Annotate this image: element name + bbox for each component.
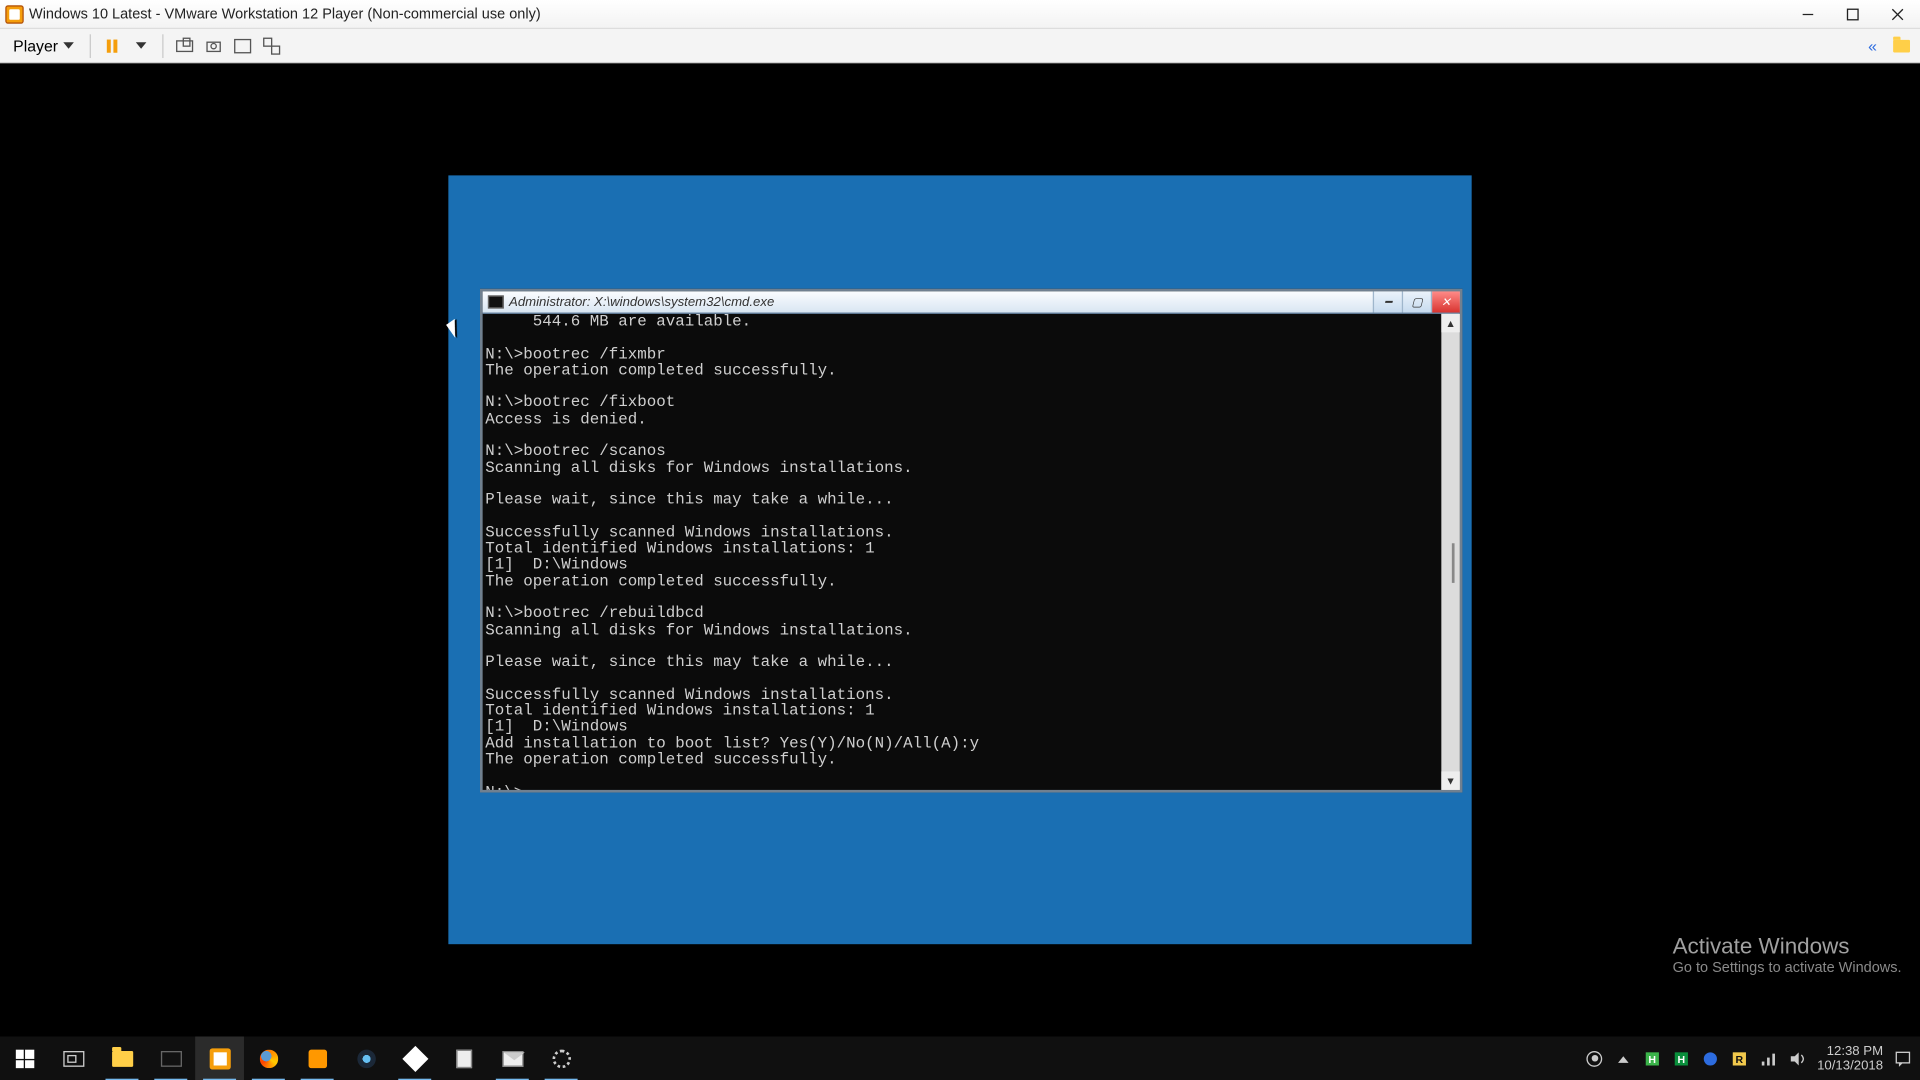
snapshot-button[interactable] <box>203 35 224 56</box>
taskbar-settings[interactable] <box>537 1036 586 1080</box>
manage-button[interactable] <box>1891 35 1912 56</box>
tray-overflow-button[interactable] <box>1614 1050 1632 1068</box>
tray-dropbox-icon[interactable] <box>1701 1050 1719 1068</box>
host-minimize-button[interactable] <box>1786 0 1831 28</box>
vmware-titlebar: Windows 10 Latest - VMware Workstation 1… <box>0 0 1920 29</box>
clock-date: 10/13/2018 <box>1817 1059 1883 1074</box>
taskbar-notepad[interactable] <box>439 1036 488 1080</box>
scroll-thumb[interactable] <box>1452 543 1455 583</box>
cmd-maximize-button[interactable]: ▢ <box>1402 291 1431 312</box>
tray-app-green1-icon[interactable]: H <box>1643 1050 1661 1068</box>
player-menu-button[interactable]: Player <box>8 34 79 58</box>
dropdown-indicator-icon <box>63 42 74 49</box>
taskbar-steam[interactable] <box>342 1036 391 1080</box>
taskbar-mail[interactable] <box>488 1036 537 1080</box>
power-menu-button[interactable] <box>131 35 152 56</box>
cmd-icon <box>488 295 504 308</box>
taskbar-firefox[interactable] <box>244 1036 293 1080</box>
system-tray: H H R 12:38 PM 10/13/2018 <box>1585 1036 1920 1080</box>
people-icon[interactable] <box>1585 1050 1603 1068</box>
tray-app-green2-icon[interactable]: H <box>1672 1050 1690 1068</box>
task-view-button[interactable] <box>49 1036 98 1080</box>
vmware-toolbar: Player « <box>0 29 1920 63</box>
cmd-scrollbar[interactable]: ▲ ▼ <box>1441 314 1459 790</box>
taskbar-clock[interactable]: 12:38 PM 10/13/2018 <box>1817 1044 1883 1073</box>
cmd-title-text: Administrator: X:\windows\system32\cmd.e… <box>509 295 774 310</box>
watermark-title: Activate Windows <box>1673 934 1902 960</box>
windows-taskbar: H H R 12:38 PM 10/13/2018 <box>0 1036 1920 1080</box>
taskbar-vmware-player[interactable] <box>195 1036 244 1080</box>
send-ctrl-alt-del-button[interactable] <box>174 35 195 56</box>
vmware-title-text: Windows 10 Latest - VMware Workstation 1… <box>29 6 541 22</box>
host-close-button[interactable] <box>1875 0 1920 28</box>
cmd-titlebar[interactable]: Administrator: X:\windows\system32\cmd.e… <box>483 291 1460 313</box>
taskbar-gitkraken[interactable] <box>390 1036 439 1080</box>
start-button[interactable] <box>0 1036 49 1080</box>
cmd-close-button[interactable]: ✕ <box>1431 291 1460 312</box>
mouse-cursor-icon <box>450 320 463 341</box>
volume-icon[interactable] <box>1788 1050 1806 1068</box>
taskbar-sublime[interactable] <box>293 1036 342 1080</box>
action-center-button[interactable] <box>1894 1050 1912 1068</box>
taskbar-terminal[interactable] <box>146 1036 195 1080</box>
cmd-window: Administrator: X:\windows\system32\cmd.e… <box>480 289 1462 793</box>
cmd-output[interactable]: 544.6 MB are available. N:\>bootrec /fix… <box>483 314 1442 790</box>
clock-time: 12:38 PM <box>1817 1044 1883 1059</box>
fullscreen-button[interactable] <box>232 35 253 56</box>
watermark-subtitle: Go to Settings to activate Windows. <box>1673 960 1902 976</box>
scroll-up-button[interactable]: ▲ <box>1441 314 1459 332</box>
vm-display-area[interactable]: Administrator: X:\windows\system32\cmd.e… <box>0 63 1920 1036</box>
tray-razer-icon[interactable]: R <box>1730 1050 1748 1068</box>
collapse-toolbar-button[interactable]: « <box>1862 35 1883 56</box>
vmware-app-icon <box>5 5 23 23</box>
cmd-minimize-button[interactable]: ━ <box>1373 291 1402 312</box>
network-icon[interactable] <box>1759 1050 1777 1068</box>
host-maximize-button[interactable] <box>1830 0 1875 28</box>
scroll-down-button[interactable]: ▼ <box>1441 771 1459 789</box>
taskbar-file-explorer[interactable] <box>98 1036 147 1080</box>
player-menu-label: Player <box>13 36 58 54</box>
unity-button[interactable] <box>261 35 282 56</box>
activate-windows-watermark: Activate Windows Go to Settings to activ… <box>1673 934 1902 976</box>
pause-vm-button[interactable] <box>102 35 123 56</box>
